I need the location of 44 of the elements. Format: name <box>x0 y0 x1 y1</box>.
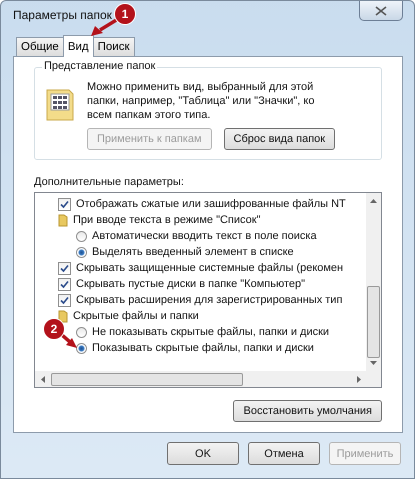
option-label: Не показывать скрытые файлы, папки и диски <box>92 326 330 338</box>
checkbox[interactable] <box>58 198 71 210</box>
window-title: Параметры папок <box>13 8 112 22</box>
group-title: Представление папок <box>42 60 158 72</box>
option-label: Скрывать расширения для зарегистрированных тип <box>76 294 342 306</box>
callout-arrow <box>91 18 119 36</box>
restore-defaults-button[interactable]: Восстановить умолчания <box>233 400 382 422</box>
up-arrow-icon[interactable] <box>370 199 377 203</box>
tab[interactable]: Общие <box>16 37 64 56</box>
left-arrow-icon[interactable] <box>41 376 45 382</box>
checkbox[interactable] <box>58 278 71 290</box>
option-label: Автоматически вводить текст в поле поиска <box>92 230 317 242</box>
close-button[interactable] <box>359 1 403 21</box>
horizontal-scrollbar[interactable] <box>35 371 381 387</box>
folder-icon <box>58 214 68 226</box>
radio-button[interactable] <box>76 246 87 258</box>
right-arrow-icon[interactable] <box>357 376 361 382</box>
vertical-scrollbar[interactable] <box>366 193 381 371</box>
dialog-button[interactable]: OK <box>167 442 239 465</box>
folder-view-button[interactable]: Сброс вида папок <box>224 128 336 150</box>
option-label: Скрывать пустые диски в папке "Компьютер" <box>76 278 306 290</box>
option-label: Выделять введенный элемент в списке <box>92 246 294 258</box>
section-label: Дополнительные параметры: <box>34 176 185 188</box>
description-text: Можно применить вид, выбранный для этой папки, например, "Таблица" или "Значки", ко всем папкам этого типа. <box>87 80 316 122</box>
callout-arrow <box>61 334 77 348</box>
dialog-button[interactable]: Отмена <box>248 442 320 465</box>
group-label: При вводе текста в режиме "Список" <box>73 214 260 226</box>
step-badge: 1 <box>114 3 136 25</box>
checkbox[interactable] <box>58 294 71 306</box>
tab[interactable]: Вид <box>62 35 94 57</box>
scroll-thumb[interactable] <box>367 286 380 358</box>
option-label: Скрывать защищенные системные файлы (рекомен <box>76 262 344 274</box>
scroll-thumb[interactable] <box>51 372 243 386</box>
option-label: Отображать сжатые или зашифрованные файлы NT <box>76 198 346 210</box>
checkbox[interactable] <box>58 262 71 274</box>
tab[interactable]: Поиск <box>92 37 135 56</box>
option-label: Показывать скрытые файлы, папки и диски <box>92 342 314 354</box>
radio-button[interactable] <box>76 342 87 354</box>
close-icon[interactable] <box>375 6 387 16</box>
radio-button[interactable] <box>76 230 87 242</box>
down-arrow-icon[interactable] <box>370 361 377 365</box>
folder-icon <box>58 310 68 322</box>
group-label: Скрытые файлы и папки <box>73 310 199 322</box>
radio-button[interactable] <box>76 326 87 338</box>
